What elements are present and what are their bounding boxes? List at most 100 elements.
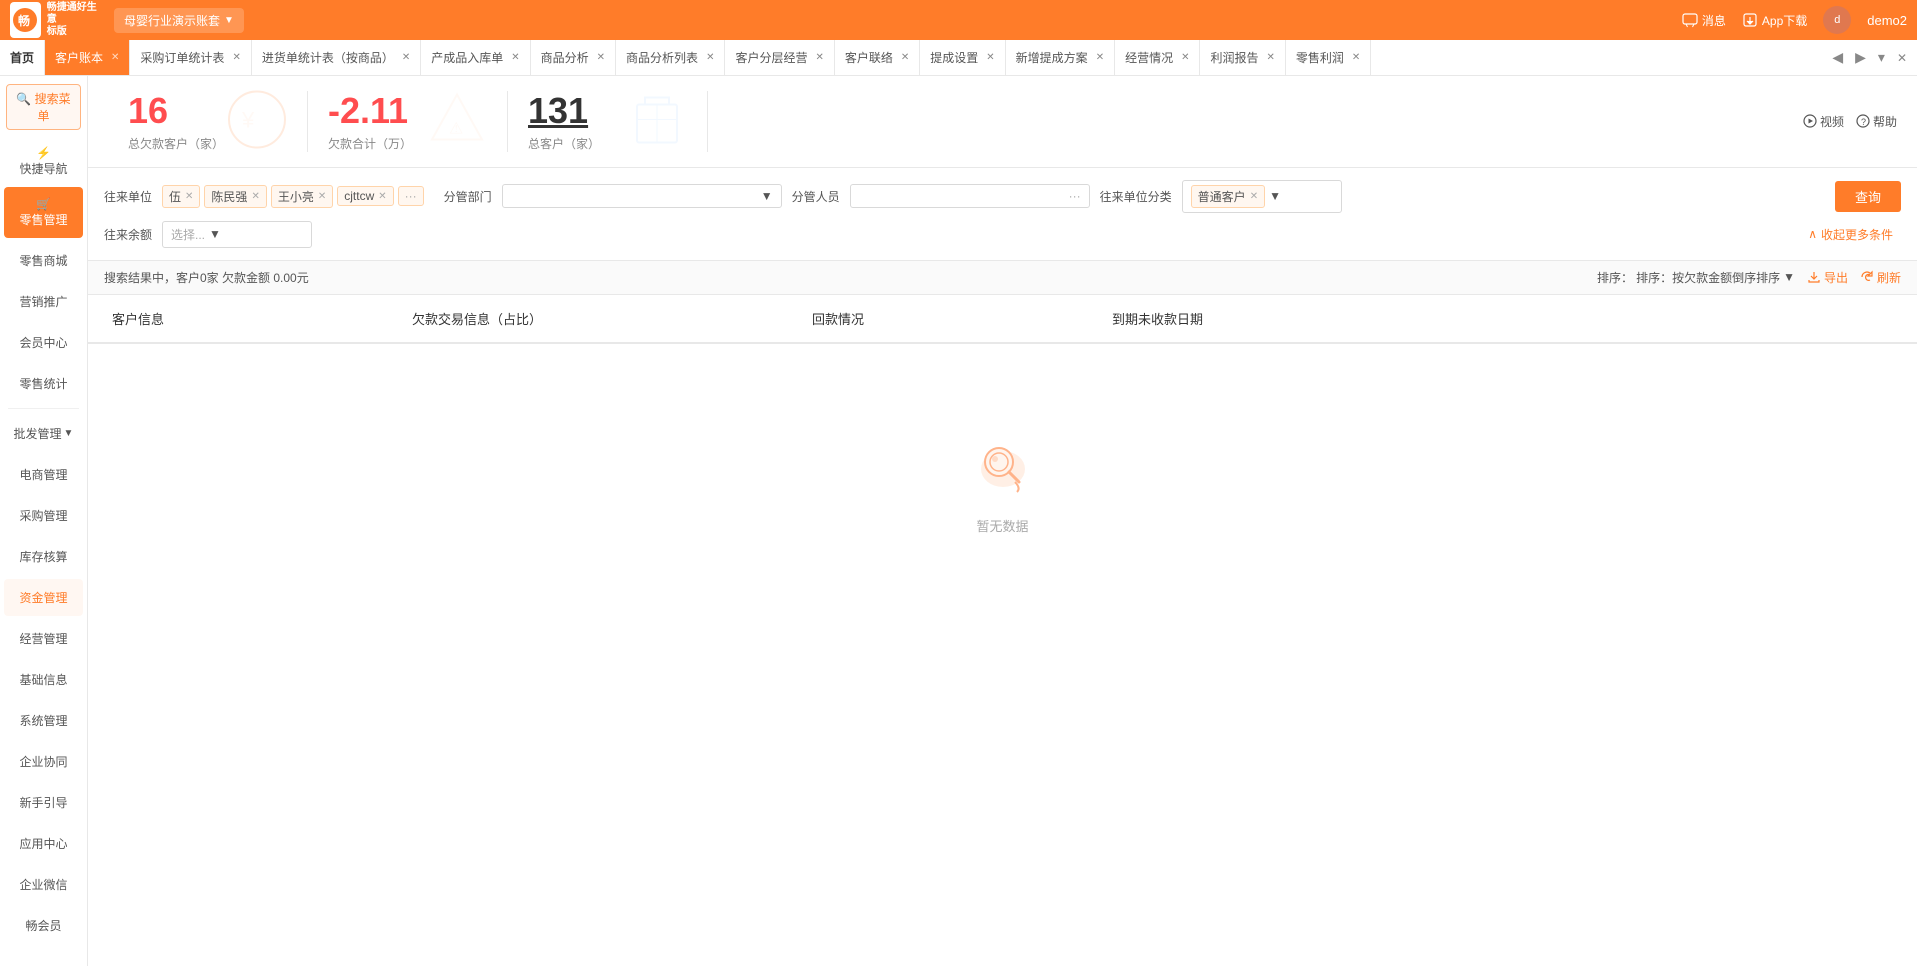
sidebar-item-purchase[interactable]: 采购管理 — [4, 497, 83, 534]
filter-tag-more[interactable]: ··· — [398, 186, 424, 206]
sidebar-item-enterprise-wechat[interactable]: 企业微信 — [4, 866, 83, 903]
sidebar-newbie-label: 新手引导 — [10, 794, 77, 811]
close-production-inbound-icon[interactable]: ✕ — [511, 52, 519, 63]
tab-prev-icon[interactable]: ◀ — [1828, 47, 1847, 68]
tab-customer-contact[interactable]: 客户联络 ✕ — [835, 40, 920, 75]
tab-new-commission[interactable]: 新增提成方案 ✕ — [1006, 40, 1115, 75]
sidebar-item-app-center[interactable]: 应用中心 — [4, 825, 83, 862]
tab-bar: 首页 客户账本 ✕ 采购订单统计表 ✕ 进货单统计表（按商品） ✕ 产成品入库单… — [0, 40, 1917, 76]
filter-tag-wang: 王小亮 ✕ — [271, 185, 333, 208]
tab-customer-ledger-label: 客户账本 — [55, 49, 103, 66]
tab-retail-profit[interactable]: 零售利润 ✕ — [1286, 40, 1371, 75]
video-btn[interactable]: 视频 — [1803, 113, 1844, 130]
sidebar-item-marketing[interactable]: 营销推广 — [4, 283, 83, 320]
tab-customer-segment[interactable]: 客户分层经营 ✕ — [725, 40, 834, 75]
tab-profit-report-label: 利润报告 — [1210, 49, 1258, 66]
filter-balance-select[interactable]: 选择... ▼ — [162, 221, 312, 248]
tab-product-analysis[interactable]: 商品分析 ✕ — [531, 40, 616, 75]
tab-purchase-stats[interactable]: 采购订单统计表 ✕ — [130, 40, 251, 75]
stat-bg-icon-building — [627, 90, 687, 153]
messages-label: 消息 — [1702, 12, 1726, 29]
enterprise-selector[interactable]: 母婴行业演示账套 ▼ — [114, 8, 244, 33]
filter-row-2: 往来余额 选择... ▼ ∧ 收起更多条件 — [104, 221, 1901, 248]
sidebar-item-system[interactable]: 系统管理 — [4, 702, 83, 739]
collapse-icon: ∧ — [1808, 227, 1817, 241]
tab-business-situation[interactable]: 经营情况 ✕ — [1115, 40, 1200, 75]
close-tag-normal-customer[interactable]: ✕ — [1250, 191, 1258, 202]
refresh-btn[interactable]: 刷新 — [1860, 269, 1901, 286]
export-btn[interactable]: 导出 — [1807, 269, 1848, 286]
quick-nav-btn[interactable]: ⚡ 快捷导航 — [0, 138, 87, 185]
tab-production-inbound[interactable]: 产成品入库单 ✕ — [421, 40, 530, 75]
tab-product-analysis-list[interactable]: 商品分析列表 ✕ — [616, 40, 725, 75]
search-menu-label: 搜索菜单 — [35, 92, 71, 123]
tab-customer-ledger[interactable]: 客户账本 ✕ — [45, 40, 130, 75]
sidebar-item-finance[interactable]: 资金管理 — [4, 579, 83, 616]
sidebar-item-basic-info[interactable]: 基础信息 — [4, 661, 83, 698]
sidebar-item-retail-management[interactable]: 🛒 零售管理 — [4, 187, 83, 238]
tab-profit-report[interactable]: 利润报告 ✕ — [1200, 40, 1285, 75]
close-tag-wang[interactable]: ✕ — [318, 191, 326, 202]
tab-commission-settings[interactable]: 提成设置 ✕ — [920, 40, 1005, 75]
sidebar-item-inventory[interactable]: 库存核算 — [4, 538, 83, 575]
user-avatar[interactable]: d — [1823, 6, 1851, 34]
search-menu-btn[interactable]: 🔍 搜索菜单 — [6, 84, 81, 130]
app-download-btn[interactable]: App下载 — [1742, 12, 1807, 29]
close-customer-segment-icon[interactable]: ✕ — [815, 52, 823, 63]
sort-label: 排序： — [1597, 269, 1633, 286]
tab-menu-icon[interactable]: ▾ — [1874, 47, 1889, 68]
enterprise-name: 母婴行业演示账套 — [124, 12, 220, 29]
collapse-filters-btn[interactable]: ∧ 收起更多条件 — [1800, 222, 1901, 247]
username-abbr: d — [1834, 14, 1840, 26]
sidebar-retail-icon: 🛒 — [36, 197, 51, 211]
close-profit-report-icon[interactable]: ✕ — [1267, 52, 1275, 63]
filter-dept-select[interactable]: ▼ — [502, 184, 782, 208]
close-tag-chen[interactable]: ✕ — [251, 191, 259, 202]
sidebar-item-retail-stats[interactable]: 零售统计 — [4, 365, 83, 402]
sidebar-item-newbie[interactable]: 新手引导 — [4, 784, 83, 821]
stat-value-total-customers: 131 — [528, 91, 588, 131]
stat-item-customers: 16 总欠款客户（家） ¥ — [108, 91, 308, 152]
close-commission-settings-icon[interactable]: ✕ — [986, 52, 994, 63]
close-new-commission-icon[interactable]: ✕ — [1096, 52, 1104, 63]
tab-home[interactable]: 首页 — [0, 40, 45, 75]
messages-btn[interactable]: 消息 — [1682, 12, 1726, 29]
close-customer-ledger-icon[interactable]: ✕ — [111, 52, 119, 63]
sidebar-item-wholesale[interactable]: 批发管理 ▼ — [4, 415, 83, 452]
tab-new-commission-label: 新增提成方案 — [1016, 49, 1088, 66]
close-tag-cjttcw[interactable]: ✕ — [378, 191, 386, 202]
search-icon: 🔍 — [16, 92, 31, 106]
username-label[interactable]: demo2 — [1867, 13, 1907, 28]
close-product-analysis-icon[interactable]: ✕ — [597, 52, 605, 63]
tab-inbound-stats[interactable]: 进货单统计表（按商品） ✕ — [252, 40, 421, 75]
query-button[interactable]: 查询 — [1835, 181, 1901, 212]
top-bar-left: 畅 畅捷通好生意 标版 母婴行业演示账套 ▼ — [10, 2, 244, 38]
close-inbound-stats-icon[interactable]: ✕ — [402, 52, 410, 63]
table-header-repayment: 回款情况 — [804, 305, 1104, 332]
sidebar-item-member-center[interactable]: 会员中心 — [4, 324, 83, 361]
filter-person-input[interactable]: ··· — [850, 184, 1090, 208]
stats-bar: 16 总欠款客户（家） ¥ -2.11 欠款合计（万） — [88, 76, 1917, 168]
filter-tags-unit: 伍 ✕ 陈民强 ✕ 王小亮 ✕ cjttcw ✕ — [162, 185, 424, 208]
sidebar-item-operations[interactable]: 经营管理 — [4, 620, 83, 657]
search-result-bar: 搜索结果中，客户0家 欠款金额 0.00元 排序： 排序：按欠款金额倒序排序 ▼… — [88, 261, 1917, 295]
tab-business-situation-label: 经营情况 — [1125, 49, 1173, 66]
close-retail-profit-icon[interactable]: ✕ — [1352, 52, 1360, 63]
close-product-analysis-list-icon[interactable]: ✕ — [706, 52, 714, 63]
sort-select[interactable]: 排序： 排序：按欠款金额倒序排序 ▼ — [1597, 269, 1795, 286]
close-business-situation-icon[interactable]: ✕ — [1181, 52, 1189, 63]
close-purchase-stats-icon[interactable]: ✕ — [232, 52, 240, 63]
close-tag-wu[interactable]: ✕ — [185, 191, 193, 202]
help-btn[interactable]: ? 帮助 — [1856, 113, 1897, 130]
tab-close-all-icon[interactable]: ✕ — [1893, 49, 1911, 67]
sidebar-item-retail-mall[interactable]: 零售商城 — [4, 242, 83, 279]
filter-unit-class-select[interactable]: 普通客户 ✕ ▼ — [1182, 180, 1342, 213]
sidebar-item-enterprise-collab[interactable]: 企业协同 — [4, 743, 83, 780]
close-customer-contact-icon[interactable]: ✕ — [901, 52, 909, 63]
sidebar-basic-info-label: 基础信息 — [10, 671, 77, 688]
filter-person-dots-icon: ··· — [1069, 189, 1081, 203]
sidebar-item-chang-member[interactable]: 畅会员 — [4, 907, 83, 944]
svg-text:?: ? — [1861, 117, 1866, 127]
sidebar-item-ecommerce[interactable]: 电商管理 — [4, 456, 83, 493]
tab-next-icon[interactable]: ▶ — [1851, 47, 1870, 68]
